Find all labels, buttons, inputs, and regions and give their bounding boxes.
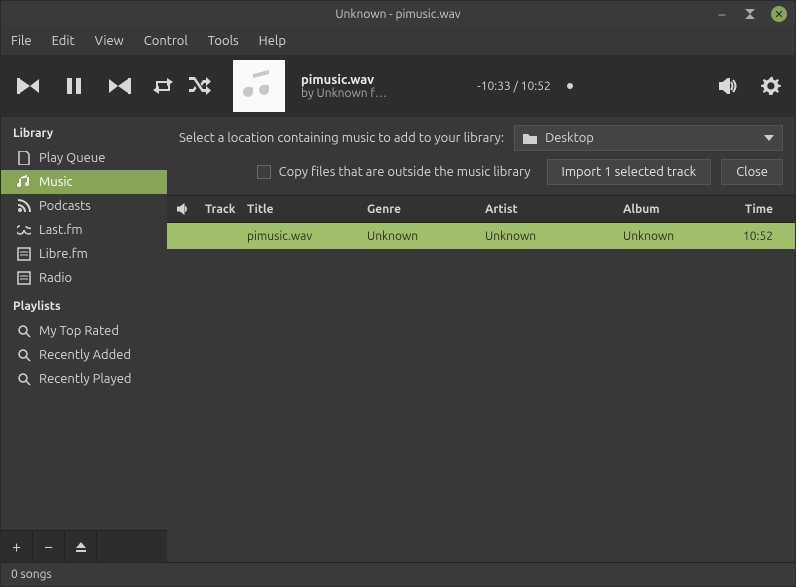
transport-controls <box>11 78 137 94</box>
sidebar-item-label: Libre.fm <box>39 247 88 261</box>
music-icon <box>17 175 31 189</box>
menu-tools[interactable]: Tools <box>208 34 239 48</box>
lastfm-icon <box>17 223 31 237</box>
main-panel: Select a location containing music to ad… <box>167 117 795 562</box>
maximize-button[interactable] <box>743 7 757 21</box>
location-value: Desktop <box>545 131 594 145</box>
remove-playlist-button[interactable]: − <box>33 531 65 563</box>
list-icon <box>17 247 31 261</box>
app-window: Unknown - pimusic.wav – ✕ File Edit View… <box>0 0 796 587</box>
import-action-row: Copy files that are outside the music li… <box>167 155 795 195</box>
list-icon <box>17 271 31 285</box>
menu-file[interactable]: File <box>11 34 32 48</box>
settings-button[interactable] <box>761 76 781 96</box>
cell-title: pimusic.wav <box>247 230 367 243</box>
sidebar: Library Play Queue Music Podcasts Last.f… <box>1 117 167 562</box>
previous-button[interactable] <box>17 78 39 94</box>
close-import-button[interactable]: Close <box>721 159 783 185</box>
cell-time: 10:52 <box>727 230 795 243</box>
column-playing[interactable] <box>177 203 205 215</box>
eject-button[interactable] <box>65 531 97 563</box>
add-playlist-button[interactable]: + <box>1 531 33 563</box>
seek-handle[interactable] <box>567 83 573 89</box>
column-title[interactable]: Title <box>247 203 367 216</box>
import-prompt-row: Select a location containing music to ad… <box>167 117 795 155</box>
minimize-button[interactable]: – <box>715 7 729 21</box>
time-display: -10:33 / 10:52 <box>477 80 550 93</box>
menubar: File Edit View Control Tools Help <box>1 27 795 55</box>
menu-view[interactable]: View <box>95 34 124 48</box>
pause-button[interactable] <box>67 78 81 94</box>
rss-icon <box>17 199 31 213</box>
track-row[interactable]: pimusic.wav Unknown Unknown Unknown 10:5… <box>167 223 795 249</box>
titlebar: Unknown - pimusic.wav – ✕ <box>1 1 795 27</box>
column-artist[interactable]: Artist <box>485 203 623 216</box>
sidebar-item-label: Last.fm <box>39 223 83 237</box>
track-artist: by Unknown fro… <box>301 87 391 100</box>
menu-edit[interactable]: Edit <box>52 34 75 48</box>
sidebar-item-recently-played[interactable]: Recently Played <box>1 367 167 391</box>
sidebar-item-lastfm[interactable]: Last.fm <box>1 218 167 242</box>
eject-icon <box>75 541 87 553</box>
shuffle-button[interactable] <box>189 77 211 95</box>
sidebar-item-label: Play Queue <box>39 151 105 165</box>
search-icon <box>17 324 31 338</box>
column-genre[interactable]: Genre <box>367 203 485 216</box>
import-button[interactable]: Import 1 selected track <box>547 159 712 185</box>
menu-help[interactable]: Help <box>259 34 286 48</box>
sidebar-item-recently-added[interactable]: Recently Added <box>1 343 167 367</box>
close-button[interactable]: ✕ <box>771 6 787 22</box>
sidebar-item-label: Podcasts <box>39 199 91 213</box>
sidebar-item-top-rated[interactable]: My Top Rated <box>1 319 167 343</box>
folder-icon <box>523 131 537 145</box>
sidebar-header-playlists: Playlists <box>1 290 167 319</box>
cell-album: Unknown <box>623 230 727 243</box>
column-track[interactable]: Track <box>205 203 247 216</box>
window-title: Unknown - pimusic.wav <box>335 8 460 21</box>
sidebar-item-label: Radio <box>39 271 72 285</box>
track-title: pimusic.wav <box>301 73 391 87</box>
document-icon <box>17 151 31 165</box>
sidebar-item-label: Recently Added <box>39 348 131 362</box>
search-icon <box>17 372 31 386</box>
sidebar-item-radio[interactable]: Radio <box>1 266 167 290</box>
track-table-header: Track Title Genre Artist Album Time <box>167 195 795 223</box>
track-info: pimusic.wav by Unknown fro… <box>301 73 391 100</box>
right-controls <box>719 76 785 96</box>
sidebar-item-label: My Top Rated <box>39 324 119 338</box>
status-text: 0 songs <box>11 568 52 581</box>
sidebar-toolbar: + − <box>1 530 167 562</box>
column-time[interactable]: Time <box>727 203 795 216</box>
album-art <box>233 60 285 112</box>
location-dropdown[interactable]: Desktop <box>514 125 783 151</box>
volume-button[interactable] <box>719 78 739 94</box>
chevron-down-icon <box>764 135 774 141</box>
menu-control[interactable]: Control <box>144 34 188 48</box>
track-list: pimusic.wav Unknown Unknown Unknown 10:5… <box>167 223 795 562</box>
checkbox-icon <box>257 165 271 179</box>
time-info: -10:33 / 10:52 <box>477 80 632 93</box>
titlebar-controls: – ✕ <box>715 6 787 22</box>
cell-genre: Unknown <box>367 230 485 243</box>
sidebar-item-podcasts[interactable]: Podcasts <box>1 194 167 218</box>
repeat-button[interactable] <box>153 77 173 95</box>
sidebar-item-label: Recently Played <box>39 372 132 386</box>
copy-files-label: Copy files that are outside the music li… <box>279 165 531 179</box>
column-album[interactable]: Album <box>623 203 727 216</box>
sidebar-item-label: Music <box>39 175 73 189</box>
sidebar-item-music[interactable]: Music <box>1 170 167 194</box>
next-button[interactable] <box>109 78 131 94</box>
content-area: Library Play Queue Music Podcasts Last.f… <box>1 117 795 562</box>
statusbar: 0 songs <box>1 562 795 586</box>
sidebar-item-play-queue[interactable]: Play Queue <box>1 146 167 170</box>
import-prompt: Select a location containing music to ad… <box>179 131 504 145</box>
copy-files-checkbox[interactable]: Copy files that are outside the music li… <box>257 165 531 179</box>
player-bar: pimusic.wav by Unknown fro… -10:33 / 10:… <box>1 55 795 117</box>
cell-artist: Unknown <box>485 230 623 243</box>
search-icon <box>17 348 31 362</box>
speaker-icon <box>177 203 189 215</box>
sidebar-header-library: Library <box>1 117 167 146</box>
sidebar-item-librefm[interactable]: Libre.fm <box>1 242 167 266</box>
